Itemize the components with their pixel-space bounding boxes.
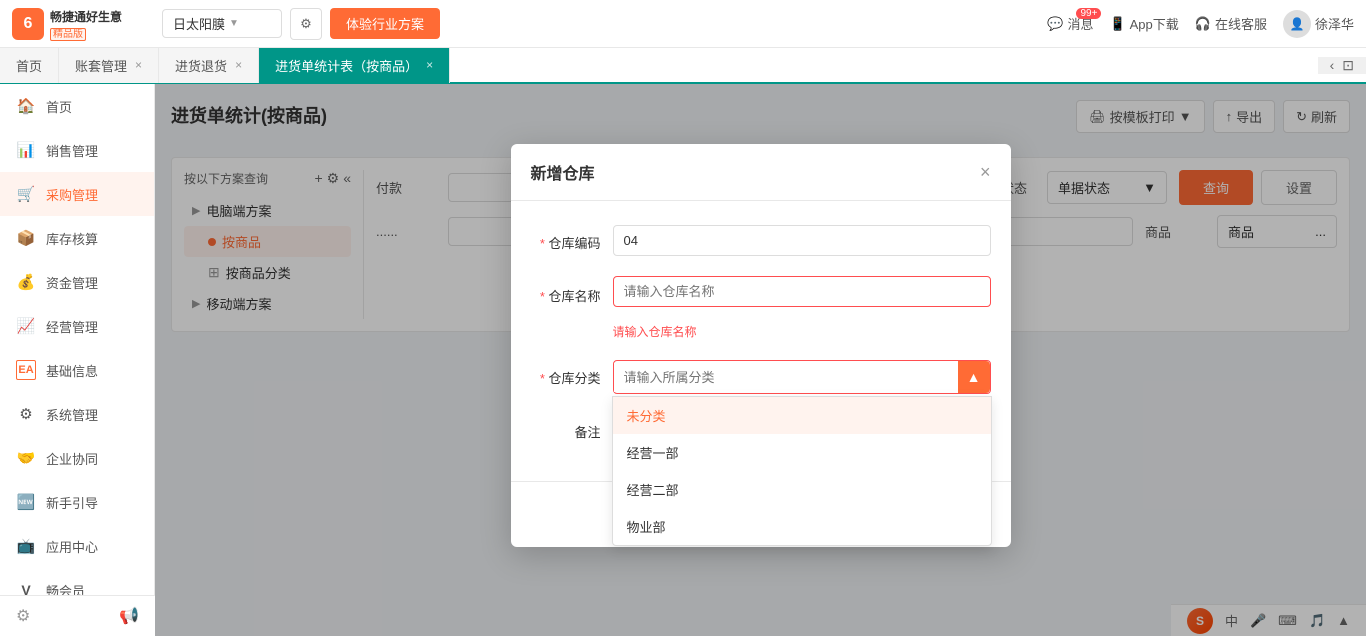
remark-label: 备注 [531, 414, 601, 441]
sidebar-item-purchase[interactable]: 🛒 采购管理 [0, 172, 154, 216]
modal-body: 仓库编码 仓库名称 请输入仓库名称 [511, 201, 1011, 481]
chevron-down-icon: ▼ [229, 18, 239, 29]
classify-wrapper: ▲ 未分类 经营一部 经营二部 物业部 [613, 360, 991, 394]
guide-icon: 🆕 [16, 492, 36, 512]
classify-label: 仓库分类 [531, 360, 601, 387]
settings-button[interactable]: ⚙ [290, 8, 322, 40]
classify-input[interactable] [614, 363, 958, 392]
logo-icon: 6 [12, 8, 44, 40]
finance-icon: 💰 [16, 272, 36, 292]
warehouse-code-input[interactable] [613, 225, 991, 256]
name-label: 仓库名称 [531, 278, 601, 305]
top-header: 6 畅捷通好生意 精品版 日太阳膜 ▼ ⚙ 体验行业方案 💬 消息 99+ 📱 … [0, 0, 1366, 48]
sidebar-item-inventory[interactable]: 📦 库存核算 [0, 216, 154, 260]
sidebar-item-apps[interactable]: 📺 应用中心 [0, 524, 154, 568]
settings-icon[interactable]: ⚙ [16, 606, 30, 626]
tab-prev-icon[interactable]: ‹ [1330, 57, 1335, 73]
purchase-icon: 🛒 [16, 184, 36, 204]
sidebar-item-guide[interactable]: 🆕 新手引导 [0, 480, 154, 524]
user-menu[interactable]: 👤 徐泽华 [1283, 10, 1354, 38]
sidebar-item-operations[interactable]: 📈 经营管理 [0, 304, 154, 348]
classify-toggle-button[interactable]: ▲ [958, 361, 990, 393]
modal-overlay: 新增仓库 × 仓库编码 仓库名称 [155, 84, 1366, 636]
headset-icon: 🎧 [1195, 16, 1211, 32]
app-download-button[interactable]: 📱 App下载 [1109, 14, 1178, 33]
tab-home[interactable]: 首页 [0, 47, 59, 83]
sidebar-item-basic-info[interactable]: EA 基础信息 [0, 348, 154, 392]
content-area: 进货单统计(按商品) 🖨 按模板打印 ▼ ↑ 导出 ↻ 刷新 [155, 84, 1366, 636]
apps-icon: 📺 [16, 536, 36, 556]
tab-close-icon[interactable]: × [135, 58, 142, 72]
tab-purchase-stats[interactable]: 进货单统计表（按商品） × [259, 47, 450, 83]
warehouse-code-row: 仓库编码 [531, 225, 991, 256]
sales-icon: 📊 [16, 140, 36, 160]
header-mid: 日太阳膜 ▼ ⚙ 体验行业方案 [162, 8, 1047, 40]
tab-bar: 首页 账套管理 × 进货退货 × 进货单统计表（按商品） × ‹ ⊡ [0, 48, 1366, 84]
home-icon: 🏠 [16, 96, 36, 116]
warehouse-name-input[interactable] [613, 276, 991, 307]
classify-option-dept3[interactable]: 物业部 [613, 508, 991, 545]
message-button[interactable]: 💬 消息 99+ [1047, 14, 1093, 33]
main-layout: 🏠 首页 📊 销售管理 🛒 采购管理 📦 库存核算 💰 资金管理 📈 经营管理 … [0, 84, 1366, 636]
trial-button[interactable]: 体验行业方案 [330, 8, 440, 39]
header-right: 💬 消息 99+ 📱 App下载 🎧 在线客服 👤 徐泽华 [1047, 10, 1354, 38]
speaker-icon[interactable]: 📢 [119, 606, 139, 626]
name-error-msg: 请输入仓库名称 [613, 325, 697, 339]
classify-dropdown: 未分类 经营一部 经营二部 物业部 [612, 396, 992, 546]
classify-option-dept1[interactable]: 经营一部 [613, 434, 991, 471]
tab-close-icon[interactable]: × [235, 58, 242, 72]
classify-option-dept2[interactable]: 经营二部 [613, 471, 991, 508]
modal-close-button[interactable]: × [980, 162, 991, 183]
avatar: 👤 [1283, 10, 1311, 38]
online-service-button[interactable]: 🎧 在线客服 [1195, 14, 1267, 33]
sidebar: 🏠 首页 📊 销售管理 🛒 采购管理 📦 库存核算 💰 资金管理 📈 经营管理 … [0, 84, 155, 636]
warehouse-name-row: 仓库名称 请输入仓库名称 [531, 276, 991, 340]
code-label: 仓库编码 [531, 225, 601, 252]
sidebar-item-sales[interactable]: 📊 销售管理 [0, 128, 154, 172]
logo-text: 畅捷通好生意 精品版 [50, 8, 122, 40]
system-icon: ⚙ [16, 404, 36, 424]
operations-icon: 📈 [16, 316, 36, 336]
tab-purchase-return[interactable]: 进货退货 × [159, 47, 259, 83]
tab-account[interactable]: 账套管理 × [59, 47, 159, 83]
tab-close-icon[interactable]: × [426, 58, 433, 72]
tab-controls: ‹ ⊡ [1318, 57, 1366, 74]
warehouse-classify-row: 仓库分类 ▲ 未分类 经营一部 经营二部 物业部 [531, 360, 991, 394]
classify-input-row: ▲ [613, 360, 991, 394]
classify-option-unclassified[interactable]: 未分类 [613, 397, 991, 434]
app-icon: 📱 [1109, 16, 1125, 32]
modal-title: 新增仓库 [531, 160, 595, 184]
basic-info-icon: EA [16, 360, 36, 380]
logo-area: 6 畅捷通好生意 精品版 [12, 8, 162, 40]
store-selector[interactable]: 日太阳膜 ▼ [162, 9, 282, 38]
sidebar-item-home[interactable]: 🏠 首页 [0, 84, 154, 128]
inventory-icon: 📦 [16, 228, 36, 248]
sidebar-item-system[interactable]: ⚙ 系统管理 [0, 392, 154, 436]
message-icon: 💬 [1047, 16, 1063, 32]
sidebar-item-enterprise[interactable]: 🤝 企业协同 [0, 436, 154, 480]
modal-header: 新增仓库 × [511, 144, 1011, 201]
new-warehouse-modal: 新增仓库 × 仓库编码 仓库名称 [511, 144, 1011, 547]
enterprise-icon: 🤝 [16, 448, 36, 468]
tab-next-icon[interactable]: ⊡ [1342, 57, 1354, 74]
sidebar-bottom: ⚙ 📢 [0, 595, 155, 636]
sidebar-item-finance[interactable]: 💰 资金管理 [0, 260, 154, 304]
